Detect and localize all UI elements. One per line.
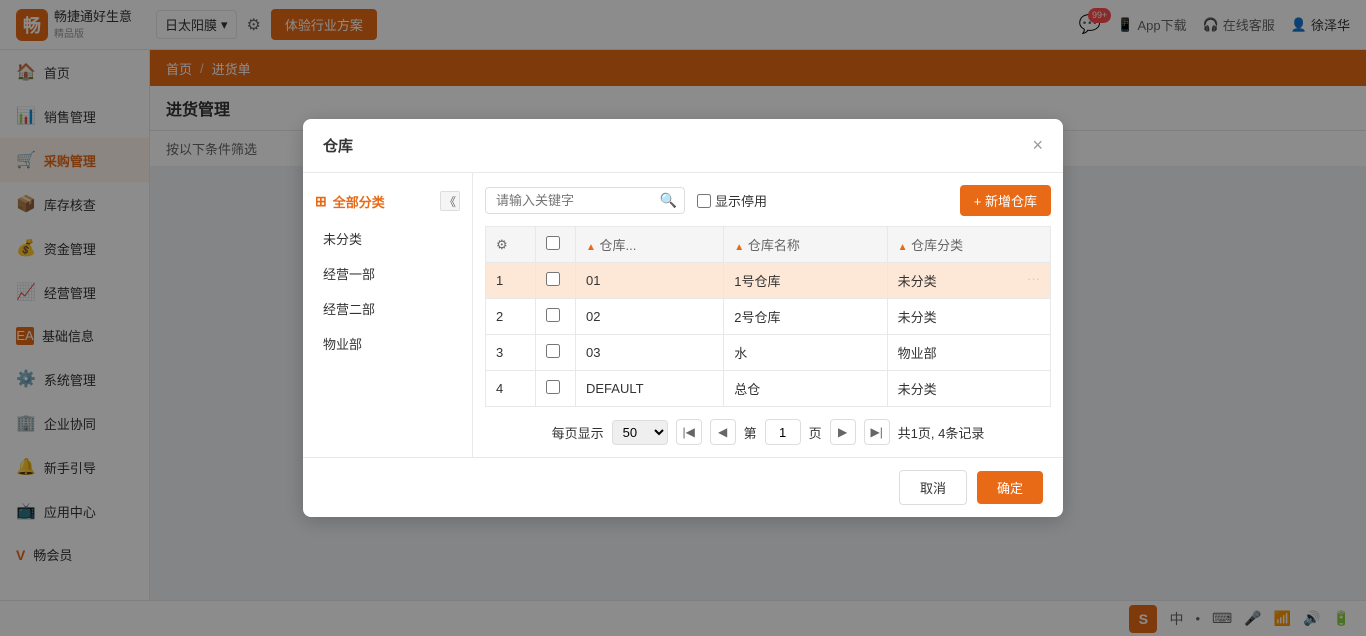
row-name: 水: [724, 335, 887, 371]
last-page-btn[interactable]: ▶|: [864, 419, 890, 445]
confirm-button[interactable]: 确定: [977, 471, 1043, 504]
table-toolbar: 🔍 显示停用 + 新增仓库: [485, 185, 1051, 216]
page-suffix: 页: [809, 423, 822, 442]
row-num: 1: [486, 263, 536, 299]
modal-footer: 取消 确定: [303, 457, 1063, 517]
sort-icon-code: ▲: [586, 242, 596, 253]
row-code: 03: [576, 335, 724, 371]
row-checkbox[interactable]: [546, 380, 560, 394]
modal-overlay: 仓库 × ⊞ 全部分类 《 未分类 经营一部 经营二部 物业部: [0, 0, 1366, 636]
col-category-label: 仓库分类: [911, 238, 963, 253]
category-all-label: 全部分类: [333, 192, 385, 211]
row-category-val: 未分类: [898, 274, 937, 289]
grid-icon: ⊞: [315, 193, 327, 210]
toolbar-left: 🔍 显示停用: [485, 187, 767, 214]
col-code-label: 仓库...: [600, 238, 637, 253]
row-name: 总仓: [724, 371, 887, 407]
modal-close-button[interactable]: ×: [1032, 135, 1043, 156]
show-disabled-label[interactable]: 显示停用: [697, 191, 767, 210]
row-checkbox-cell: [536, 335, 576, 371]
col-name: ▲ 仓库名称: [724, 227, 887, 263]
sort-icon-cat: ▲: [898, 242, 908, 253]
col-name-label: 仓库名称: [748, 238, 800, 253]
category-item-op1[interactable]: 经营一部: [303, 256, 472, 291]
collapse-icon: 《: [444, 193, 456, 210]
cancel-button[interactable]: 取消: [899, 470, 967, 505]
row-code: DEFAULT: [576, 371, 724, 407]
col-code: ▲ 仓库...: [576, 227, 724, 263]
category-header: ⊞ 全部分类 《: [303, 185, 472, 221]
warehouse-table: ⚙ ▲ 仓库... ▲ 仓库名称: [485, 226, 1051, 407]
collapse-panel-btn[interactable]: 《: [440, 191, 460, 211]
sort-icon-name: ▲: [734, 242, 744, 253]
page-number-input[interactable]: [765, 419, 801, 445]
row-checkbox-cell: [536, 371, 576, 407]
page-label: 第: [744, 423, 757, 442]
show-disabled-text: 显示停用: [715, 191, 767, 210]
next-page-btn[interactable]: ▶: [830, 419, 856, 445]
total-info: 共1页, 4条记录: [898, 423, 985, 442]
row-code: 02: [576, 299, 724, 335]
category-item-property[interactable]: 物业部: [303, 326, 472, 361]
search-wrap: 🔍: [485, 187, 685, 214]
row-checkbox[interactable]: [546, 308, 560, 322]
search-button[interactable]: 🔍: [660, 192, 677, 209]
modal-body: ⊞ 全部分类 《 未分类 经营一部 经营二部 物业部: [303, 173, 1063, 457]
category-panel: ⊞ 全部分类 《 未分类 经营一部 经营二部 物业部: [303, 173, 473, 457]
row-num: 3: [486, 335, 536, 371]
table-row: 2 02 2号仓库 未分类: [486, 299, 1051, 335]
per-page-label: 每页显示: [552, 423, 604, 442]
modal-title: 仓库: [323, 135, 353, 156]
table-row: 4 DEFAULT 总仓 未分类: [486, 371, 1051, 407]
row-category: 未分类 ···: [887, 263, 1050, 299]
row-category: 未分类: [887, 371, 1050, 407]
row-num: 2: [486, 299, 536, 335]
row-name: 1号仓库: [724, 263, 887, 299]
category-all-btn[interactable]: ⊞ 全部分类: [315, 192, 385, 211]
row-name: 2号仓库: [724, 299, 887, 335]
col-gear: ⚙: [486, 227, 536, 263]
row-checkbox[interactable]: [546, 272, 560, 286]
search-input[interactable]: [485, 187, 685, 214]
col-category: ▲ 仓库分类: [887, 227, 1050, 263]
prev-page-btn[interactable]: ◀: [710, 419, 736, 445]
row-actions[interactable]: ···: [1027, 271, 1040, 286]
row-checkbox-cell: [536, 299, 576, 335]
table-panel: 🔍 显示停用 + 新增仓库 ⚙: [473, 173, 1063, 457]
table-body: 1 01 1号仓库 未分类 ··· 2: [486, 263, 1051, 407]
row-category: 未分类: [887, 299, 1050, 335]
new-warehouse-button[interactable]: + 新增仓库: [960, 185, 1051, 216]
per-page-select[interactable]: 50 20 100: [612, 420, 668, 445]
category-item-op2[interactable]: 经营二部: [303, 291, 472, 326]
row-num: 4: [486, 371, 536, 407]
col-checkbox: [536, 227, 576, 263]
row-category: 物业部: [887, 335, 1050, 371]
select-all-checkbox[interactable]: [546, 236, 560, 250]
category-item-uncategorized[interactable]: 未分类: [303, 221, 472, 256]
row-checkbox-cell: [536, 263, 576, 299]
table-row: 3 03 水 物业部: [486, 335, 1051, 371]
settings-icon[interactable]: ⚙: [496, 237, 508, 252]
first-page-btn[interactable]: |◀: [676, 419, 702, 445]
pagination: 每页显示 50 20 100 |◀ ◀ 第 页 ▶ ▶| 共1页, 4条记录: [485, 419, 1051, 445]
table-header: ⚙ ▲ 仓库... ▲ 仓库名称: [486, 227, 1051, 263]
row-code: 01: [576, 263, 724, 299]
row-checkbox[interactable]: [546, 344, 560, 358]
show-disabled-checkbox[interactable]: [697, 194, 711, 208]
table-row: 1 01 1号仓库 未分类 ···: [486, 263, 1051, 299]
warehouse-modal: 仓库 × ⊞ 全部分类 《 未分类 经营一部 经营二部 物业部: [303, 119, 1063, 517]
modal-header: 仓库 ×: [303, 119, 1063, 173]
